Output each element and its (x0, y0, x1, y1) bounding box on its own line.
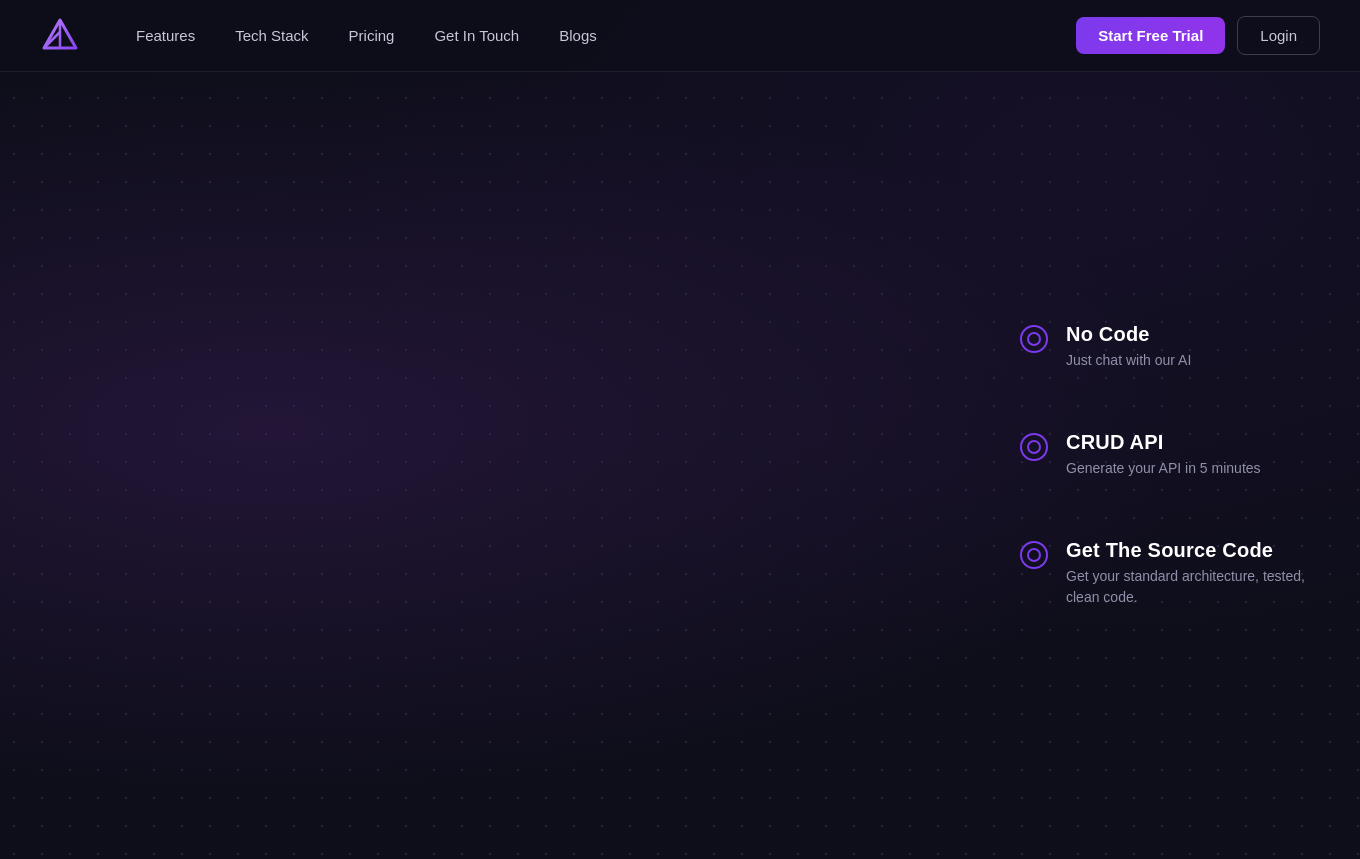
feature-item-no-code: No Code Just chat with our AI (1020, 323, 1320, 371)
nav-link-features[interactable]: Features (120, 19, 211, 52)
features-panel: No Code Just chat with our AI CRUD API G… (1000, 72, 1360, 859)
nav-link-get-in-touch[interactable]: Get In Touch (418, 19, 535, 52)
logo[interactable] (40, 16, 80, 56)
start-free-trial-button[interactable]: Start Free Trial (1076, 17, 1225, 54)
no-code-text: No Code Just chat with our AI (1066, 323, 1191, 371)
logo-icon (40, 16, 80, 56)
no-code-description: Just chat with our AI (1066, 350, 1191, 371)
source-code-icon (1020, 541, 1048, 569)
crud-api-icon (1020, 433, 1048, 461)
source-code-text: Get The Source Code Get your standard ar… (1066, 539, 1306, 608)
crud-api-description: Generate your API in 5 minutes (1066, 458, 1261, 479)
navbar: Features Tech Stack Pricing Get In Touch… (0, 0, 1360, 72)
navbar-left: Features Tech Stack Pricing Get In Touch… (40, 16, 613, 56)
nav-link-pricing[interactable]: Pricing (333, 19, 411, 52)
nav-link-tech-stack[interactable]: Tech Stack (219, 19, 324, 52)
navbar-right: Start Free Trial Login (1076, 16, 1320, 55)
nav-links: Features Tech Stack Pricing Get In Touch… (120, 19, 613, 52)
no-code-icon (1020, 325, 1048, 353)
hero-panel (0, 72, 1000, 859)
source-code-title: Get The Source Code (1066, 539, 1306, 562)
feature-item-source-code: Get The Source Code Get your standard ar… (1020, 539, 1320, 608)
source-code-description: Get your standard architecture, tested, … (1066, 566, 1306, 608)
feature-item-crud-api: CRUD API Generate your API in 5 minutes (1020, 431, 1320, 479)
no-code-title: No Code (1066, 323, 1191, 346)
crud-api-title: CRUD API (1066, 431, 1261, 454)
login-button[interactable]: Login (1237, 16, 1320, 55)
nav-link-blogs[interactable]: Blogs (543, 19, 613, 52)
main-content: No Code Just chat with our AI CRUD API G… (0, 72, 1360, 859)
crud-api-text: CRUD API Generate your API in 5 minutes (1066, 431, 1261, 479)
